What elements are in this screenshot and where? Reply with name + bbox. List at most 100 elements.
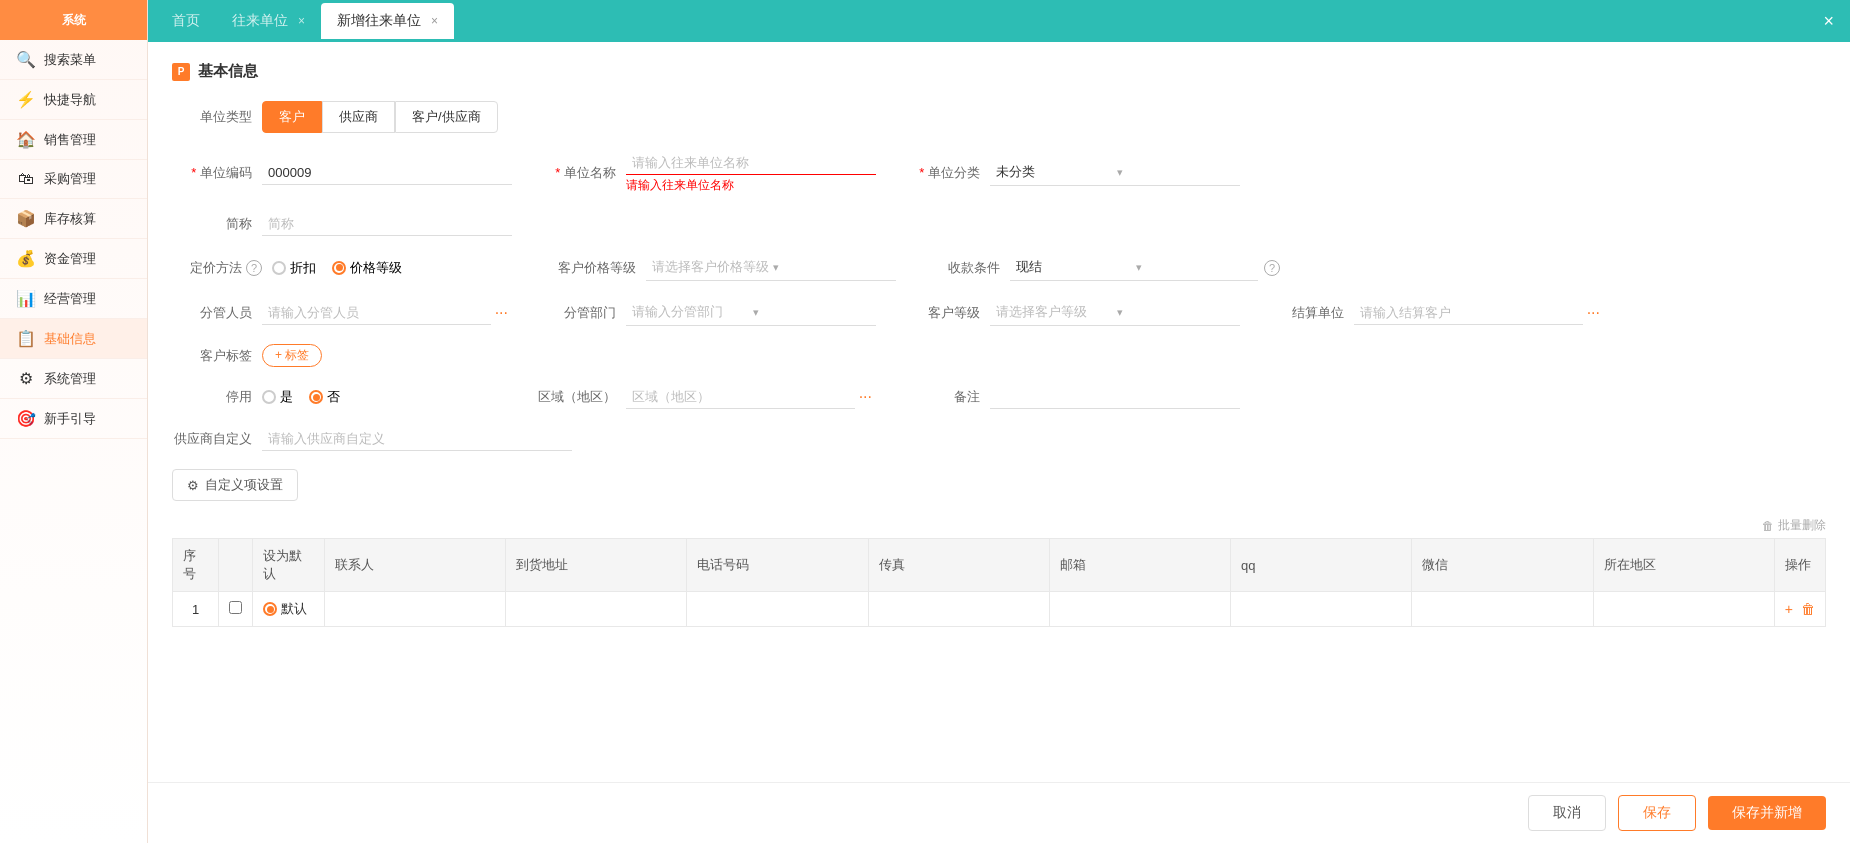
manager-input[interactable] <box>262 301 491 325</box>
cell-checkbox[interactable] <box>219 592 253 627</box>
table-row: 1 默认 <box>173 592 1826 627</box>
tab-new-partner-close[interactable]: × <box>431 14 438 28</box>
tab-partner-close[interactable]: × <box>298 14 305 28</box>
sidebar-item-system[interactable]: ⚙ 系统管理 <box>0 359 147 399</box>
search-icon: 🔍 <box>16 50 36 69</box>
col-area: 所在地区 <box>1593 539 1774 592</box>
area-input[interactable] <box>1604 602 1764 617</box>
custom-settings-button[interactable]: ⚙ 自定义项设置 <box>172 469 298 501</box>
customer-tag-label: 客户标签 <box>172 347 262 365</box>
sidebar-item-label: 系统管理 <box>44 370 96 388</box>
default-radio-circle <box>263 602 277 616</box>
cell-fax[interactable] <box>868 592 1049 627</box>
radio-price-level-circle <box>332 261 346 275</box>
tab-partner[interactable]: 往来单位 × <box>216 3 321 39</box>
radio-no-circle <box>309 390 323 404</box>
pricing-help-icon[interactable]: ? <box>246 260 262 276</box>
form-footer: 取消 保存 保存并新增 <box>148 782 1850 843</box>
sidebar-item-purchase[interactable]: 🛍 采购管理 <box>0 160 147 199</box>
payment-select[interactable]: 现结 ▾ <box>1010 254 1258 281</box>
btn-both[interactable]: 客户/供应商 <box>395 101 498 133</box>
region-more-icon[interactable]: ··· <box>855 388 876 406</box>
cell-email[interactable] <box>1049 592 1230 627</box>
manager-more-icon[interactable]: ··· <box>491 304 512 322</box>
add-tag-button[interactable]: + 标签 <box>262 344 322 367</box>
sidebar-item-inventory[interactable]: 📦 库存核算 <box>0 199 147 239</box>
payment-label: 收款条件 <box>920 259 1010 277</box>
sidebar-item-sales[interactable]: 🏠 销售管理 <box>0 120 147 160</box>
short-name-input[interactable] <box>262 212 512 236</box>
guide-icon: 🎯 <box>16 409 36 428</box>
customer-level-placeholder: 请选择客户等级 <box>996 303 1113 321</box>
price-level-select[interactable]: 请选择客户价格等级 ▾ <box>646 254 896 281</box>
tab-home-label: 首页 <box>172 12 200 30</box>
row-checkbox[interactable] <box>229 601 242 614</box>
short-name-input-wrap <box>262 212 512 236</box>
batch-delete-button[interactable]: 🗑 批量删除 <box>1762 517 1826 534</box>
cell-qq[interactable] <box>1231 592 1412 627</box>
purchase-icon: 🛍 <box>16 170 36 188</box>
tab-new-partner-label: 新增往来单位 <box>337 12 421 30</box>
payment-col: 收款条件 现结 ▾ ? <box>920 254 1280 281</box>
email-input[interactable] <box>1060 602 1220 617</box>
radio-no[interactable]: 否 <box>309 388 340 406</box>
sidebar-item-quicknav[interactable]: ⚡ 快捷导航 <box>0 80 147 120</box>
remark-input[interactable] <box>990 385 1240 409</box>
fax-input[interactable] <box>879 602 1039 617</box>
customer-tag-col: 客户标签 + 标签 <box>172 344 1826 367</box>
cancel-button[interactable]: 取消 <box>1528 795 1606 831</box>
add-row-icon[interactable]: + <box>1785 601 1793 617</box>
sidebar-item-label: 快捷导航 <box>44 91 96 109</box>
supplier-custom-input[interactable] <box>262 427 572 451</box>
btn-customer[interactable]: 客户 <box>262 101 322 133</box>
window-close-button[interactable]: × <box>1815 7 1842 36</box>
save-new-button[interactable]: 保存并新增 <box>1708 796 1826 830</box>
phone-input[interactable] <box>697 602 857 617</box>
tab-bar: 首页 往来单位 × 新增往来单位 × × <box>148 0 1850 42</box>
default-radio-label: 默认 <box>281 600 307 618</box>
customer-level-select[interactable]: 请选择客户等级 ▾ <box>990 299 1240 326</box>
sidebar-item-guide[interactable]: 🎯 新手引导 <box>0 399 147 439</box>
default-radio[interactable]: 默认 <box>263 600 314 618</box>
tab-home[interactable]: 首页 <box>156 3 216 39</box>
sidebar-logo: 系统 <box>0 0 147 40</box>
contact-input[interactable] <box>335 602 495 617</box>
sidebar-item-search[interactable]: 🔍 搜索菜单 <box>0 40 147 80</box>
sidebar-item-basic[interactable]: 📋 基础信息 <box>0 319 147 359</box>
settings-icon: ⚙ <box>187 478 199 493</box>
btn-supplier[interactable]: 供应商 <box>322 101 395 133</box>
wechat-input[interactable] <box>1422 602 1582 617</box>
sidebar-item-finance[interactable]: 💰 资金管理 <box>0 239 147 279</box>
payment-help-icon[interactable]: ? <box>1264 260 1280 276</box>
region-col: 区域（地区） ··· <box>536 385 876 409</box>
cell-area[interactable] <box>1593 592 1774 627</box>
cell-delivery[interactable] <box>506 592 687 627</box>
delivery-input[interactable] <box>516 602 676 617</box>
radio-price-level[interactable]: 价格等级 <box>332 259 402 277</box>
inventory-icon: 📦 <box>16 209 36 228</box>
region-input[interactable] <box>626 385 855 409</box>
department-select[interactable]: 请输入分管部门 ▾ <box>626 299 876 326</box>
pricing-radio-group: 折扣 价格等级 <box>272 259 402 277</box>
settle-unit-input[interactable] <box>1354 301 1583 325</box>
unit-code-col: 单位编码 <box>172 161 512 185</box>
cell-phone[interactable] <box>687 592 868 627</box>
delete-row-icon[interactable]: 🗑 <box>1801 601 1815 617</box>
operation-icon: 📊 <box>16 289 36 308</box>
sidebar-item-operation[interactable]: 📊 经营管理 <box>0 279 147 319</box>
cell-wechat[interactable] <box>1412 592 1593 627</box>
cell-contact[interactable] <box>325 592 506 627</box>
sidebar-item-label: 资金管理 <box>44 250 96 268</box>
chevron-down-icon: ▾ <box>1117 166 1234 179</box>
radio-discount[interactable]: 折扣 <box>272 259 316 277</box>
settle-unit-more-icon[interactable]: ··· <box>1583 304 1604 322</box>
tab-new-partner[interactable]: 新增往来单位 × <box>321 3 454 39</box>
unit-name-input[interactable] <box>626 151 876 175</box>
unit-category-select[interactable]: 未分类 ▾ <box>990 159 1240 186</box>
unit-code-input[interactable] <box>262 161 512 185</box>
qq-input[interactable] <box>1241 602 1401 617</box>
supplier-custom-label: 供应商自定义 <box>172 430 262 448</box>
radio-yes[interactable]: 是 <box>262 388 293 406</box>
save-button[interactable]: 保存 <box>1618 795 1696 831</box>
sales-icon: 🏠 <box>16 130 36 149</box>
